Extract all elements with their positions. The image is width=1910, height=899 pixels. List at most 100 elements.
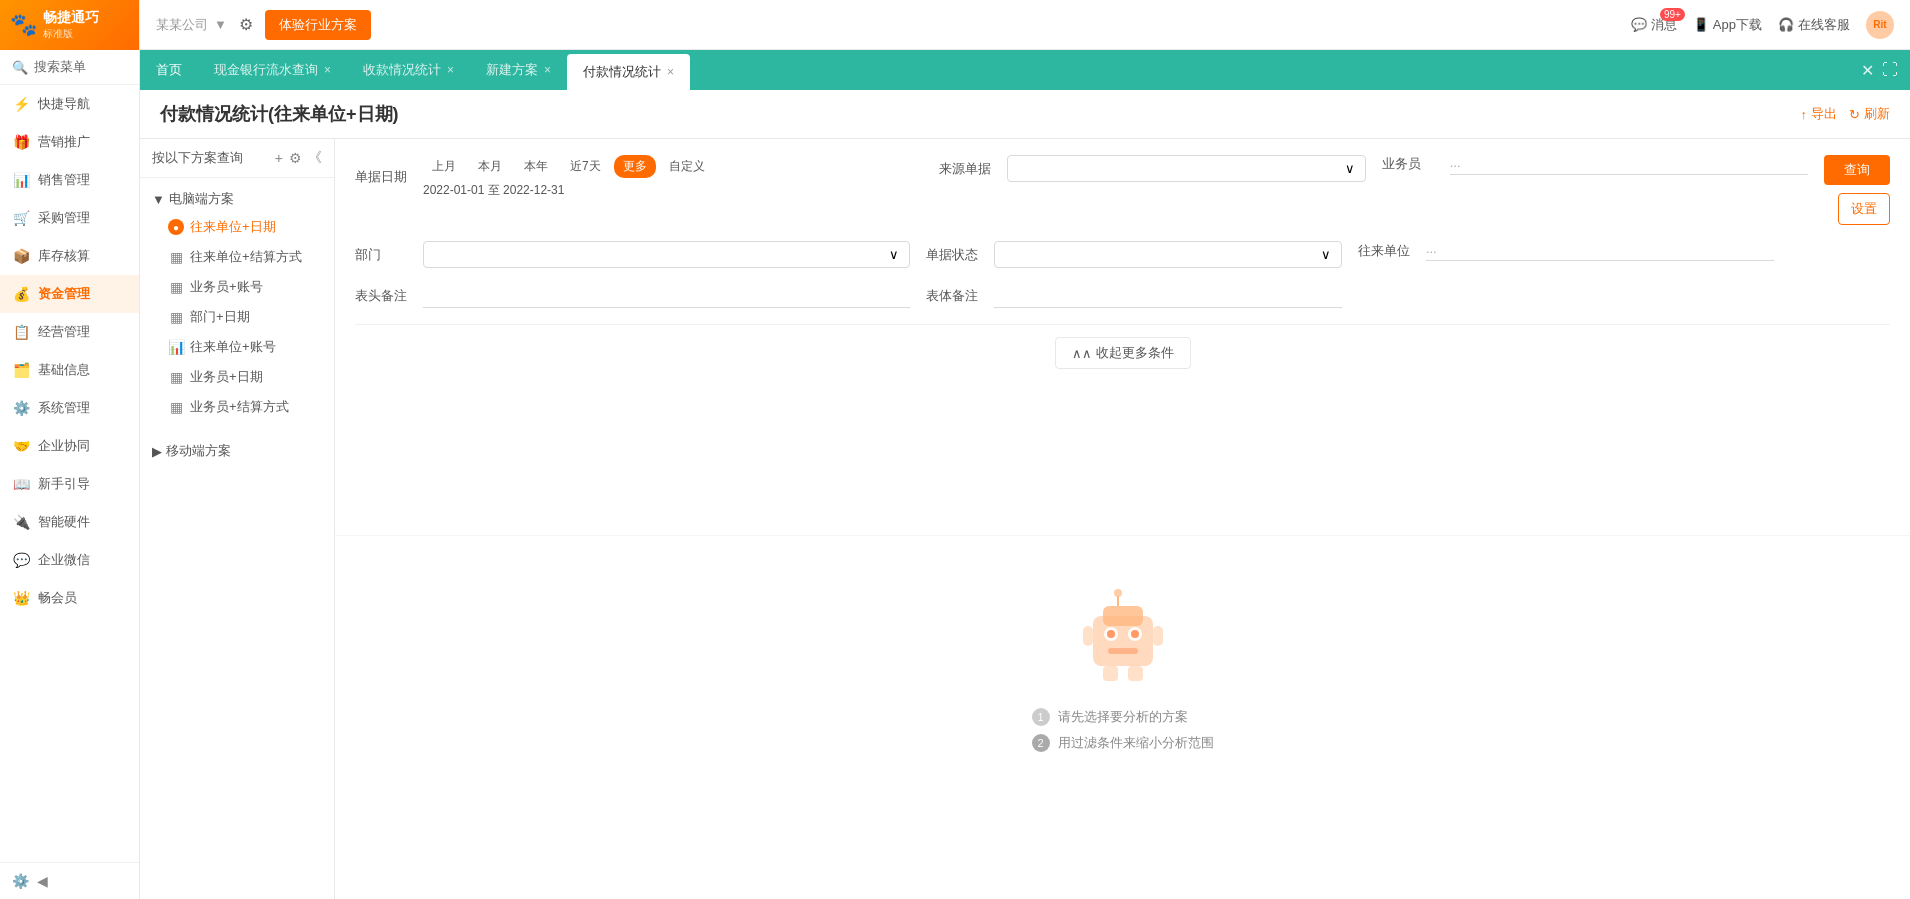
left-panel-add-icon[interactable]: + bbox=[275, 150, 283, 166]
sidebar-item-operation[interactable]: 📋经营管理 bbox=[0, 313, 139, 351]
sidebar-item-inventory[interactable]: 📦库存核算 bbox=[0, 237, 139, 275]
sidebar-item-guide[interactable]: 📖新手引导 bbox=[0, 465, 139, 503]
service-icon: 🎧 bbox=[1778, 17, 1794, 32]
scheme-item-staff-account[interactable]: ▦业务员+账号 bbox=[140, 272, 334, 302]
scheme-group-mobile: ▶移动端方案 bbox=[140, 430, 334, 472]
tab-fullscreen-icon[interactable]: ⛶ bbox=[1882, 61, 1898, 79]
setting-button[interactable]: 设置 bbox=[1838, 193, 1890, 225]
sidebar-item-purchase[interactable]: 🛒采购管理 bbox=[0, 199, 139, 237]
scheme-label-staff-date: 业务员+日期 bbox=[190, 368, 263, 386]
svg-rect-10 bbox=[1128, 666, 1143, 681]
sidebar-label-inventory: 库存核算 bbox=[38, 247, 90, 265]
sidebar-label-operation: 经营管理 bbox=[38, 323, 90, 341]
filter-dept-select[interactable]: ∨ bbox=[423, 241, 910, 268]
date-btn-last-month[interactable]: 上月 bbox=[423, 155, 465, 178]
sidebar-item-basic[interactable]: 🗂️基础信息 bbox=[0, 351, 139, 389]
filter-source-select[interactable]: ∨ bbox=[1007, 155, 1365, 182]
tab-new-scheme[interactable]: 新建方案× bbox=[470, 50, 567, 90]
sidebar-label-system: 系统管理 bbox=[38, 399, 90, 417]
tab-home[interactable]: 首页 bbox=[140, 50, 198, 90]
tab-receipt-stat[interactable]: 收款情况统计× bbox=[347, 50, 470, 90]
sidebar-label-enterprise: 企业协同 bbox=[38, 437, 90, 455]
sidebar-item-weixin[interactable]: 💬企业微信 bbox=[0, 541, 139, 579]
tab-bank-flow[interactable]: 现金银行流水查询× bbox=[198, 50, 347, 90]
svg-rect-1 bbox=[1103, 606, 1143, 626]
left-panel-header: 按以下方案查询 + ⚙ 《 bbox=[140, 139, 334, 178]
marketing-icon: 🎁 bbox=[12, 133, 30, 151]
scheme-item-staff-date[interactable]: ▦业务员+日期 bbox=[140, 362, 334, 392]
scheme-group-title-desktop[interactable]: ▼电脑端方案 bbox=[140, 186, 334, 212]
sidebar-collapse-icon[interactable]: ◀ bbox=[37, 873, 48, 889]
date-btn-last-7[interactable]: 近7天 bbox=[561, 155, 610, 178]
sidebar-item-enterprise[interactable]: 🤝企业协同 bbox=[0, 427, 139, 465]
chevron-desktop-icon: ▼ bbox=[152, 192, 165, 207]
export-button[interactable]: ↑ 导出 bbox=[1801, 105, 1838, 123]
right-area: 单据日期 上月本月本年近7天更多自定义 2022-01-01 至 2022-12… bbox=[335, 139, 1910, 899]
content-body: 按以下方案查询 + ⚙ 《 ▼电脑端方案●往来单位+日期▦往来单位+结算方式▦业… bbox=[140, 139, 1910, 899]
header-gear-icon[interactable]: ⚙ bbox=[239, 15, 253, 34]
filter-actions-col: 查询 设置 bbox=[1824, 155, 1890, 225]
scheme-label-staff-settle: 业务员+结算方式 bbox=[190, 398, 289, 416]
date-btn-this-year[interactable]: 本年 bbox=[515, 155, 557, 178]
sidebar-search[interactable]: 🔍 搜索菜单 bbox=[0, 50, 139, 85]
filter-body-note-input[interactable] bbox=[994, 284, 1342, 308]
query-button[interactable]: 查询 bbox=[1824, 155, 1890, 185]
header-app-download[interactable]: 📱 App下载 bbox=[1693, 16, 1762, 34]
filter-unit-input-wrap[interactable]: ... bbox=[1426, 241, 1774, 261]
sidebar-item-hardware[interactable]: 🔌智能硬件 bbox=[0, 503, 139, 541]
tab-close-receipt-stat[interactable]: × bbox=[447, 63, 454, 77]
header-chevron-icon[interactable]: ▼ bbox=[214, 17, 227, 32]
tip-text-2: 用过滤条件来缩小分析范围 bbox=[1058, 734, 1214, 752]
tab-close-payment-stat[interactable]: × bbox=[667, 65, 674, 79]
sidebar-item-system[interactable]: ⚙️系统管理 bbox=[0, 389, 139, 427]
trial-button[interactable]: 体验行业方案 bbox=[265, 10, 371, 40]
tab-close-bank-flow[interactable]: × bbox=[324, 63, 331, 77]
sidebar-label-member: 畅会员 bbox=[38, 589, 77, 607]
tab-payment-stat[interactable]: 付款情况统计× bbox=[567, 54, 690, 90]
filter-header-note-input[interactable] bbox=[423, 284, 910, 308]
scheme-group-title-mobile[interactable]: ▶移动端方案 bbox=[140, 438, 334, 464]
scheme-item-unit-settle[interactable]: ▦往来单位+结算方式 bbox=[140, 242, 334, 272]
sidebar-item-capital[interactable]: 💰资金管理 bbox=[0, 275, 139, 313]
header-online-service[interactable]: 🎧 在线客服 bbox=[1778, 16, 1850, 34]
collapse-button[interactable]: ∧∧ 收起更多条件 bbox=[1055, 337, 1191, 369]
left-panel-actions: + ⚙ 《 bbox=[275, 149, 322, 167]
scheme-groups: ▼电脑端方案●往来单位+日期▦往来单位+结算方式▦业务员+账号▦部门+日期📊往来… bbox=[140, 178, 334, 472]
scheme-item-dept-date[interactable]: ▦部门+日期 bbox=[140, 302, 334, 332]
left-panel-settings-icon[interactable]: ⚙ bbox=[289, 150, 302, 166]
status-chevron-icon: ∨ bbox=[1321, 247, 1331, 262]
scheme-item-staff-settle[interactable]: ▦业务员+结算方式 bbox=[140, 392, 334, 422]
date-btn-this-month[interactable]: 本月 bbox=[469, 155, 511, 178]
username-label: Rit bbox=[1873, 19, 1886, 30]
sales-icon: 📊 bbox=[12, 171, 30, 189]
filter-status-select[interactable]: ∨ bbox=[994, 241, 1342, 268]
filter-status-label: 单据状态 bbox=[926, 246, 986, 264]
main-area: 某某公司 ▼ ⚙ 体验行业方案 💬 消息 99+ 📱 App下载 🎧 在线客服 … bbox=[140, 0, 1910, 899]
tab-close-new-scheme[interactable]: × bbox=[544, 63, 551, 77]
hardware-icon: 🔌 bbox=[12, 513, 30, 531]
filter-row-1: 单据日期 上月本月本年近7天更多自定义 2022-01-01 至 2022-12… bbox=[355, 155, 1890, 225]
tab-bar: 首页现金银行流水查询×收款情况统计×新建方案×付款情况统计× ✕ ⛶ bbox=[140, 50, 1910, 90]
sidebar-item-marketing[interactable]: 🎁 营销推广 bbox=[0, 123, 139, 161]
scheme-label-staff-account: 业务员+账号 bbox=[190, 278, 263, 296]
refresh-button[interactable]: ↻ 刷新 bbox=[1849, 105, 1890, 123]
svg-point-12 bbox=[1114, 589, 1122, 597]
sidebar-label-quick-nav: 快捷导航 bbox=[38, 95, 90, 113]
sidebar-item-sales[interactable]: 📊销售管理 bbox=[0, 161, 139, 199]
sidebar-item-member[interactable]: 👑畅会员 bbox=[0, 579, 139, 617]
filter-dept-label: 部门 bbox=[355, 246, 415, 264]
date-btn-custom[interactable]: 自定义 bbox=[660, 155, 714, 178]
tab-close-all-icon[interactable]: ✕ bbox=[1861, 61, 1874, 80]
scheme-label-dept-date: 部门+日期 bbox=[190, 308, 250, 326]
date-btn-more[interactable]: 更多 bbox=[614, 155, 656, 178]
filter-staff-input-wrap[interactable]: ... bbox=[1450, 155, 1808, 175]
header-message[interactable]: 💬 消息 99+ bbox=[1631, 16, 1677, 34]
sidebar-header: 🐾 畅捷通巧 标准版 bbox=[0, 0, 139, 50]
scheme-item-unit-date[interactable]: ●往来单位+日期 bbox=[140, 212, 334, 242]
sidebar-label-marketing: 营销推广 bbox=[38, 133, 90, 151]
sidebar-item-quick-nav[interactable]: ⚡快捷导航 bbox=[0, 85, 139, 123]
scheme-item-unit-account[interactable]: 📊往来单位+账号 bbox=[140, 332, 334, 362]
left-panel-collapse-icon[interactable]: 《 bbox=[308, 149, 322, 167]
header-avatar[interactable]: Rit bbox=[1866, 11, 1894, 39]
sidebar-settings-icon[interactable]: ⚙️ bbox=[12, 873, 29, 889]
